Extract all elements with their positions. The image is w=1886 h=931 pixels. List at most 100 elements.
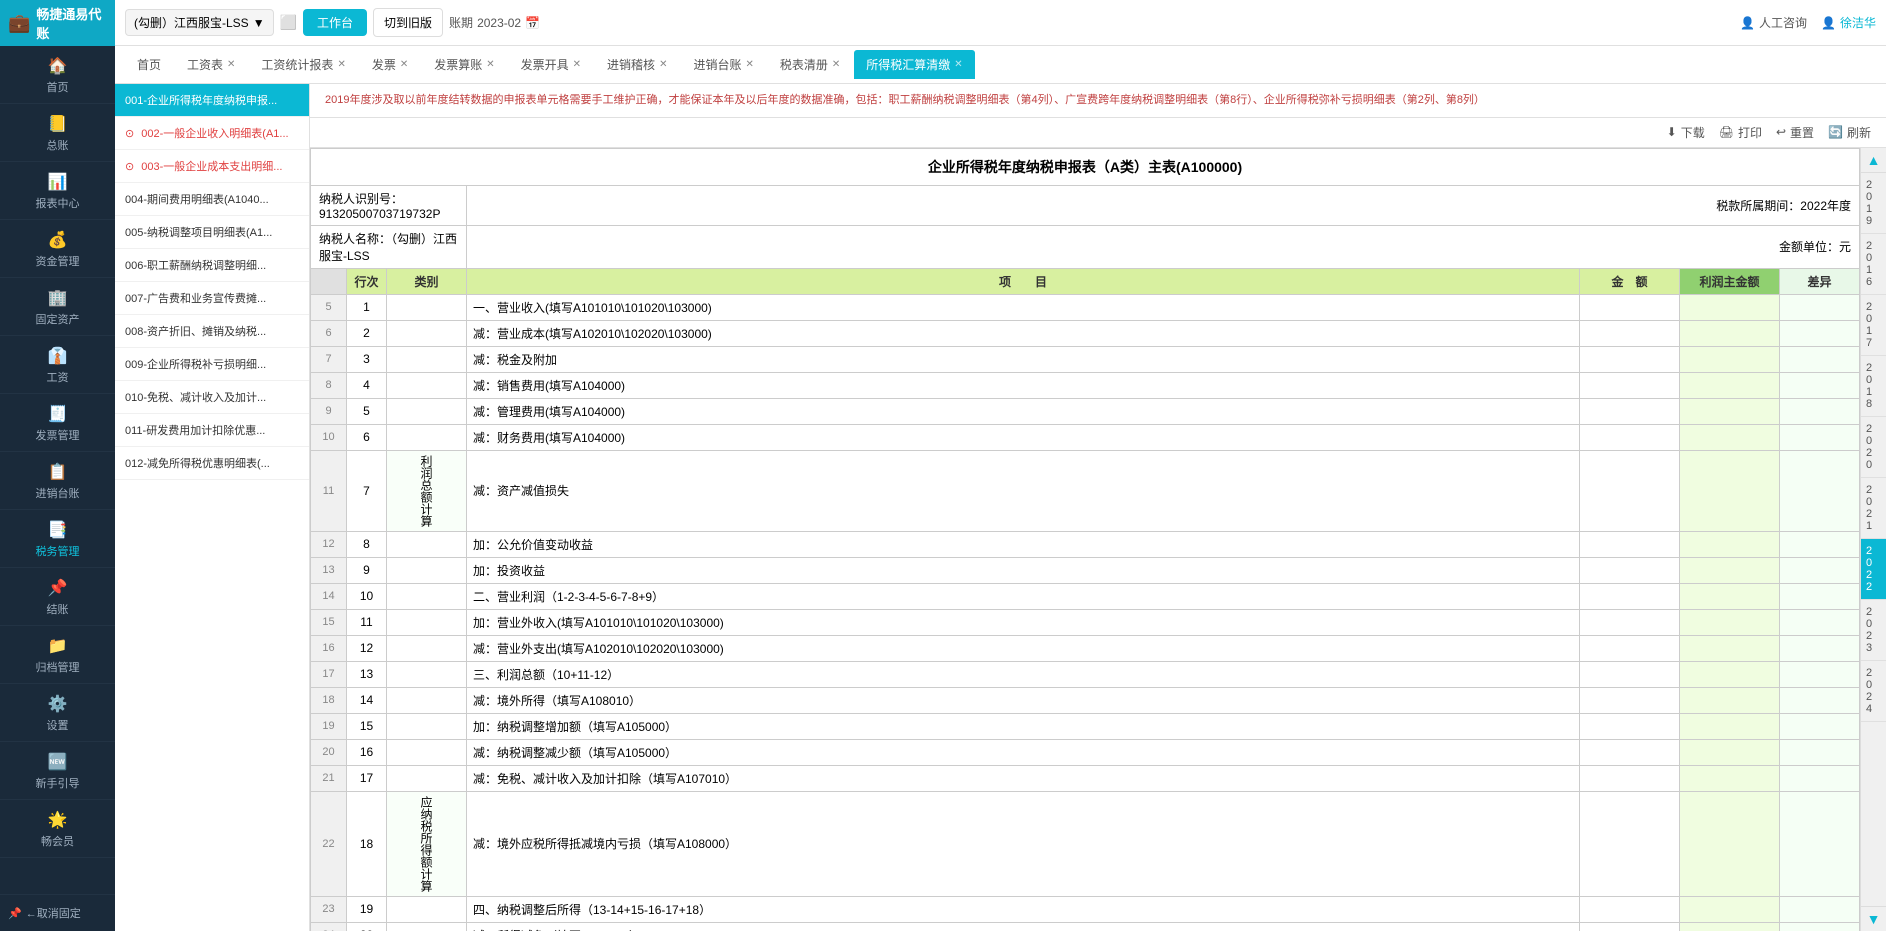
row-item[interactable]: 加：纳税调整增加额（填写A105000） bbox=[467, 713, 1580, 739]
tab-所得税汇算清缴[interactable]: 所得税汇算清缴✕ bbox=[854, 50, 974, 79]
sidebar-item-发票管理[interactable]: 🧾发票管理 bbox=[0, 394, 115, 452]
workbench-button[interactable]: 工作台 bbox=[303, 9, 367, 36]
sidebar-item-资金管理[interactable]: 💰资金管理 bbox=[0, 220, 115, 278]
year-item-2017[interactable]: 2017 bbox=[1861, 295, 1886, 356]
year-item-2018[interactable]: 2018 bbox=[1861, 356, 1886, 417]
sidebar-item-总账[interactable]: 📒总账 bbox=[0, 104, 115, 162]
row-item[interactable]: 减：境外所得（填写A108010） bbox=[467, 687, 1580, 713]
row-diff[interactable] bbox=[1780, 765, 1860, 791]
row-profit[interactable] bbox=[1680, 739, 1780, 765]
tab-发票[interactable]: 发票✕ bbox=[360, 50, 420, 79]
year-nav-down[interactable]: ▼ bbox=[1861, 906, 1886, 931]
row-profit[interactable] bbox=[1680, 791, 1780, 896]
row-diff[interactable] bbox=[1780, 713, 1860, 739]
left-panel-item-001[interactable]: 001-企业所得税年度纳税申报... bbox=[115, 84, 309, 117]
row-item[interactable]: 减：营业外支出(填写A102010\102020\103000) bbox=[467, 635, 1580, 661]
row-item[interactable]: 四、纳税调整后所得（13-14+15-16-17+18） bbox=[467, 896, 1580, 922]
row-profit[interactable] bbox=[1680, 372, 1780, 398]
tab-进销稽核[interactable]: 进销稽核✕ bbox=[595, 50, 679, 79]
row-amount[interactable] bbox=[1580, 294, 1680, 320]
row-amount[interactable] bbox=[1580, 531, 1680, 557]
row-diff[interactable] bbox=[1780, 739, 1860, 765]
sidebar-item-结账[interactable]: 📌结账 bbox=[0, 568, 115, 626]
sidebar-item-畅会员[interactable]: 🌟畅会员 bbox=[0, 800, 115, 858]
tab-税表清册[interactable]: 税表清册✕ bbox=[768, 50, 852, 79]
left-panel-item-008[interactable]: 008-资产折旧、摊销及纳税... bbox=[115, 315, 309, 348]
tab-close[interactable]: ✕ bbox=[573, 59, 581, 70]
year-item-2024[interactable]: 2024 bbox=[1861, 661, 1886, 722]
row-diff[interactable] bbox=[1780, 557, 1860, 583]
row-item[interactable]: 减：税金及附加 bbox=[467, 346, 1580, 372]
row-amount[interactable] bbox=[1580, 635, 1680, 661]
row-profit[interactable] bbox=[1680, 346, 1780, 372]
print-button[interactable]: 🖨 打印 bbox=[1719, 124, 1762, 141]
sidebar-item-税务管理[interactable]: 📑税务管理 bbox=[0, 510, 115, 568]
user-service[interactable]: 👤 人工咨询 bbox=[1740, 14, 1807, 31]
row-diff[interactable] bbox=[1780, 635, 1860, 661]
company-selector[interactable]: (勾删）江西服宝-LSS ▼ bbox=[125, 9, 274, 36]
year-item-2016[interactable]: 2016 bbox=[1861, 234, 1886, 295]
row-amount[interactable] bbox=[1580, 450, 1680, 531]
row-item[interactable]: 减：境外应税所得抵减境内亏损（填写A108000） bbox=[467, 791, 1580, 896]
row-item[interactable]: 二、营业利润（1-2-3-4-5-6-7-8+9） bbox=[467, 583, 1580, 609]
row-diff[interactable] bbox=[1780, 583, 1860, 609]
row-profit[interactable] bbox=[1680, 896, 1780, 922]
sidebar-item-工资[interactable]: 👔工资 bbox=[0, 336, 115, 394]
row-profit[interactable] bbox=[1680, 661, 1780, 687]
row-amount[interactable] bbox=[1580, 609, 1680, 635]
left-panel-item-012[interactable]: 012-减免所得税优惠明细表(... bbox=[115, 447, 309, 480]
row-diff[interactable] bbox=[1780, 372, 1860, 398]
left-panel-item-003[interactable]: ⊙ 003-一般企业成本支出明细... bbox=[115, 150, 309, 183]
sidebar-item-新手引导[interactable]: 🆕新手引导 bbox=[0, 742, 115, 800]
year-item-2019[interactable]: 2019 bbox=[1861, 173, 1886, 234]
tab-工资统计报表[interactable]: 工资统计报表✕ bbox=[249, 50, 357, 79]
row-amount[interactable] bbox=[1580, 372, 1680, 398]
row-diff[interactable] bbox=[1780, 450, 1860, 531]
sidebar-item-归档管理[interactable]: 📁归档管理 bbox=[0, 626, 115, 684]
download-button[interactable]: ⬇ 下载 bbox=[1667, 124, 1705, 141]
row-amount[interactable] bbox=[1580, 661, 1680, 687]
row-profit[interactable] bbox=[1680, 294, 1780, 320]
row-profit[interactable] bbox=[1680, 609, 1780, 635]
year-item-2023[interactable]: 2023 bbox=[1861, 600, 1886, 661]
row-amount[interactable] bbox=[1580, 583, 1680, 609]
row-profit[interactable] bbox=[1680, 765, 1780, 791]
tab-发票开具[interactable]: 发票开具✕ bbox=[509, 50, 593, 79]
tab-进销台账[interactable]: 进销台账✕ bbox=[681, 50, 765, 79]
row-amount[interactable] bbox=[1580, 791, 1680, 896]
row-diff[interactable] bbox=[1780, 320, 1860, 346]
row-diff[interactable] bbox=[1780, 661, 1860, 687]
row-item[interactable]: 加：公允价值变动收益 bbox=[467, 531, 1580, 557]
row-item[interactable]: 加：营业外收入(填写A101010\101020\103000) bbox=[467, 609, 1580, 635]
row-item[interactable]: 减：财务费用(填写A104000) bbox=[467, 424, 1580, 450]
row-diff[interactable] bbox=[1780, 398, 1860, 424]
refresh-button[interactable]: 🔄 刷新 bbox=[1828, 124, 1871, 141]
reset-button[interactable]: ↩ 重置 bbox=[1776, 124, 1814, 141]
row-item[interactable]: 一、营业收入(填写A101010\101020\103000) bbox=[467, 294, 1580, 320]
year-item-2022[interactable]: 2022 bbox=[1861, 539, 1886, 600]
calendar-icon[interactable]: 📅 bbox=[525, 16, 540, 30]
row-amount[interactable] bbox=[1580, 687, 1680, 713]
row-profit[interactable] bbox=[1680, 557, 1780, 583]
row-profit[interactable] bbox=[1680, 713, 1780, 739]
row-diff[interactable] bbox=[1780, 609, 1860, 635]
row-amount[interactable] bbox=[1580, 896, 1680, 922]
tab-发票算账[interactable]: 发票算账✕ bbox=[422, 50, 506, 79]
sidebar-item-首页[interactable]: 🏠首页 bbox=[0, 46, 115, 104]
sidebar-item-进销台账[interactable]: 📋进销台账 bbox=[0, 452, 115, 510]
row-amount[interactable] bbox=[1580, 765, 1680, 791]
left-panel-item-009[interactable]: 009-企业所得税补亏损明细... bbox=[115, 348, 309, 381]
row-amount[interactable] bbox=[1580, 739, 1680, 765]
row-profit[interactable] bbox=[1680, 922, 1780, 931]
left-panel-item-010[interactable]: 010-免税、减计收入及加计... bbox=[115, 381, 309, 414]
sidebar-item-设置[interactable]: ⚙️设置 bbox=[0, 684, 115, 742]
row-item[interactable]: 减：资产减值损失 bbox=[467, 450, 1580, 531]
tab-close[interactable]: ✕ bbox=[486, 59, 494, 70]
row-diff[interactable] bbox=[1780, 687, 1860, 713]
left-panel-item-007[interactable]: 007-广告费和业务宣传费摊... bbox=[115, 282, 309, 315]
year-item-2020[interactable]: 2020 bbox=[1861, 417, 1886, 478]
row-amount[interactable] bbox=[1580, 398, 1680, 424]
left-panel-item-011[interactable]: 011-研发费用加计扣除优惠... bbox=[115, 414, 309, 447]
row-item[interactable]: 减：管理费用(填写A104000) bbox=[467, 398, 1580, 424]
row-item[interactable]: 减：免税、减计收入及加计扣除（填写A107010） bbox=[467, 765, 1580, 791]
